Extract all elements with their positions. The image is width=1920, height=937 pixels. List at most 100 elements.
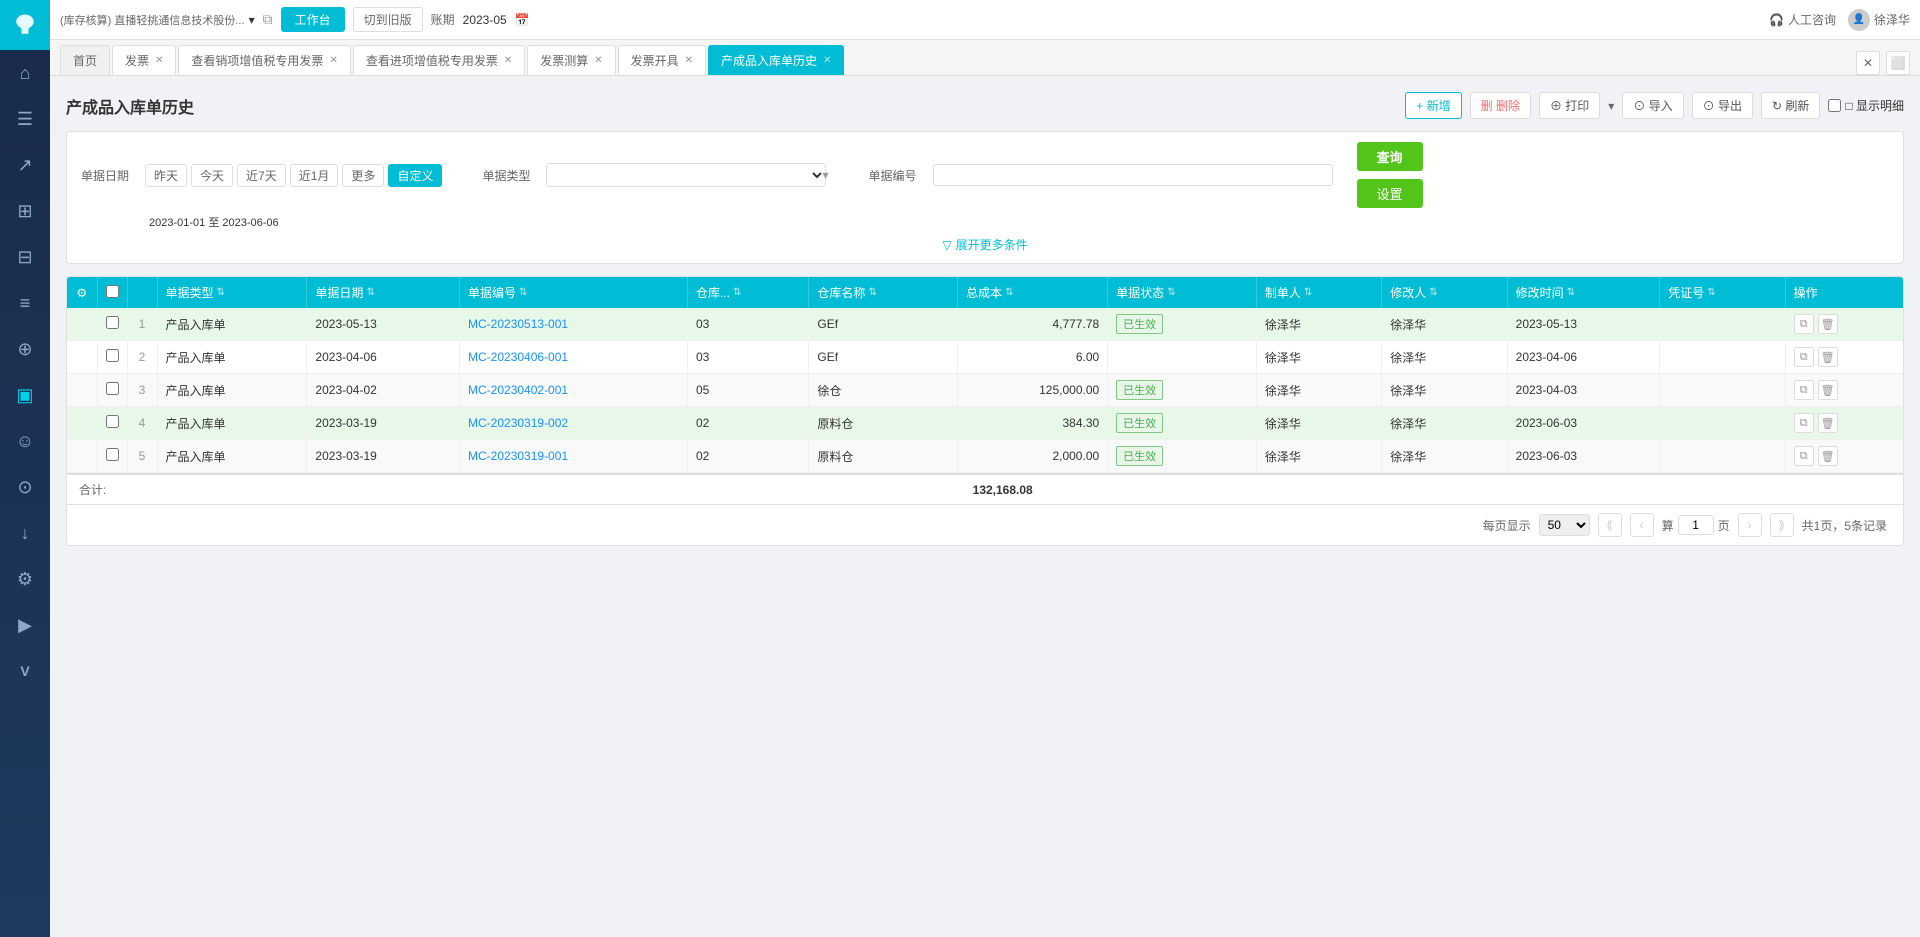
th-modify-time[interactable]: 修改时间⇅ bbox=[1507, 277, 1660, 308]
th-settings[interactable]: ⚙ bbox=[67, 277, 97, 308]
page-last-btn[interactable]: ⟫ bbox=[1770, 513, 1794, 537]
th-checkbox[interactable] bbox=[97, 277, 127, 308]
tab-purchase-vat-close[interactable]: ✕ bbox=[504, 55, 512, 66]
tab-sales-vat[interactable]: 查看销项增值税专用发票 ✕ bbox=[178, 45, 350, 75]
cell-code[interactable]: MC-20230319-001 bbox=[460, 440, 688, 473]
help-action[interactable]: 🎧 人工咨询 bbox=[1769, 11, 1836, 28]
tab-calc[interactable]: 发票测算 ✕ bbox=[527, 45, 615, 75]
num-filter-input[interactable] bbox=[933, 164, 1333, 186]
action-delete-btn[interactable]: 🗑 bbox=[1818, 446, 1838, 466]
settings-gear-icon[interactable]: ⚙ bbox=[76, 286, 87, 300]
tab-invoice-close[interactable]: ✕ bbox=[155, 55, 163, 66]
th-status[interactable]: 单据状态⇅ bbox=[1108, 277, 1257, 308]
row-checkbox[interactable] bbox=[106, 349, 119, 362]
action-delete-btn[interactable]: 🗑 bbox=[1818, 314, 1838, 334]
sidebar-item-doc[interactable]: ☰ bbox=[0, 96, 50, 142]
code-link[interactable]: MC-20230513-001 bbox=[468, 317, 568, 331]
sidebar-item-settings2[interactable]: ⊙ bbox=[0, 464, 50, 510]
cell-checkbox[interactable] bbox=[97, 440, 127, 473]
print-button[interactable]: ⊕ 打印 bbox=[1539, 92, 1600, 119]
tab-product-history-close[interactable]: ✕ bbox=[823, 55, 831, 66]
sidebar-item-download[interactable]: ↓ bbox=[0, 510, 50, 556]
new-button[interactable]: + 新增 bbox=[1405, 92, 1461, 119]
date-today-btn[interactable]: 今天 bbox=[191, 164, 233, 187]
date-more-btn[interactable]: 更多 bbox=[342, 164, 384, 187]
date-custom-btn[interactable]: 自定义 bbox=[388, 164, 442, 187]
switch-button[interactable]: 切到旧版 bbox=[353, 7, 423, 32]
sidebar-item-list[interactable]: ≡ bbox=[0, 280, 50, 326]
setting-button[interactable]: 设置 bbox=[1357, 179, 1423, 208]
sidebar-item-version[interactable]: V bbox=[0, 648, 50, 694]
cell-checkbox[interactable] bbox=[97, 308, 127, 341]
query-button[interactable]: 查询 bbox=[1357, 142, 1423, 171]
tab-home[interactable]: 首页 bbox=[60, 45, 110, 75]
code-link[interactable]: MC-20230406-001 bbox=[468, 350, 568, 364]
date-yesterday-btn[interactable]: 昨天 bbox=[145, 164, 187, 187]
sidebar-item-play[interactable]: ▶ bbox=[0, 602, 50, 648]
tab-calc-close[interactable]: ✕ bbox=[594, 55, 602, 66]
page-size-select[interactable]: 20 50 100 bbox=[1539, 514, 1590, 536]
workstation-button[interactable]: 工作台 bbox=[281, 7, 345, 32]
th-date[interactable]: 单据日期⇅ bbox=[307, 277, 460, 308]
cell-code[interactable]: MC-20230402-001 bbox=[460, 374, 688, 407]
cell-checkbox[interactable] bbox=[97, 374, 127, 407]
action-edit-btn[interactable]: ⧉ bbox=[1794, 446, 1814, 466]
th-modifier[interactable]: 修改人⇅ bbox=[1382, 277, 1507, 308]
page-prev-btn[interactable]: ‹ bbox=[1630, 513, 1654, 537]
show-detail-label[interactable]: □ 显示明细 bbox=[1828, 97, 1904, 114]
checkbox-all[interactable] bbox=[106, 285, 119, 298]
code-link[interactable]: MC-20230319-001 bbox=[468, 449, 568, 463]
th-voucher[interactable]: 凭证号⇅ bbox=[1660, 277, 1785, 308]
tab-product-history[interactable]: 产成品入库单历史 ✕ bbox=[708, 45, 844, 75]
page-next-btn[interactable]: › bbox=[1738, 513, 1762, 537]
code-link[interactable]: MC-20230319-002 bbox=[468, 416, 568, 430]
code-link[interactable]: MC-20230402-001 bbox=[468, 383, 568, 397]
date-1month-btn[interactable]: 近1月 bbox=[290, 164, 339, 187]
th-warehouse-code[interactable]: 仓库...⇅ bbox=[687, 277, 808, 308]
close-all-button[interactable]: ✕ bbox=[1856, 51, 1880, 75]
refresh-button[interactable]: ↻ 刷新 bbox=[1761, 92, 1820, 119]
tab-sales-vat-close[interactable]: ✕ bbox=[329, 55, 337, 66]
sidebar-item-analysis[interactable]: ⊞ bbox=[0, 188, 50, 234]
show-detail-checkbox[interactable] bbox=[1828, 99, 1841, 112]
sidebar-item-lock[interactable]: ⊟ bbox=[0, 234, 50, 280]
th-warehouse-name[interactable]: 仓库名称⇅ bbox=[809, 277, 958, 308]
import-button[interactable]: ⊙ 导入 bbox=[1622, 92, 1683, 119]
action-edit-btn[interactable]: ⧉ bbox=[1794, 380, 1814, 400]
calendar-icon[interactable]: 📅 bbox=[515, 13, 530, 27]
cell-checkbox[interactable] bbox=[97, 407, 127, 440]
sidebar-item-person[interactable]: ☺ bbox=[0, 418, 50, 464]
print-dropdown-icon[interactable]: ▾ bbox=[1608, 99, 1614, 113]
tab-open-close[interactable]: ✕ bbox=[685, 55, 693, 66]
row-checkbox[interactable] bbox=[106, 415, 119, 428]
action-delete-btn[interactable]: 🗑 bbox=[1818, 413, 1838, 433]
sidebar-item-gear[interactable]: ⚙ bbox=[0, 556, 50, 602]
th-creator[interactable]: 制单人⇅ bbox=[1256, 277, 1381, 308]
action-edit-btn[interactable]: ⧉ bbox=[1794, 314, 1814, 334]
user-info[interactable]: 👤 徐泽华 bbox=[1848, 9, 1910, 31]
row-checkbox[interactable] bbox=[106, 316, 119, 329]
action-edit-btn[interactable]: ⧉ bbox=[1794, 347, 1814, 367]
cell-code[interactable]: MC-20230513-001 bbox=[460, 308, 688, 341]
page-first-btn[interactable]: ⟪ bbox=[1598, 513, 1622, 537]
row-checkbox[interactable] bbox=[106, 382, 119, 395]
export-button[interactable]: ⊙ 导出 bbox=[1692, 92, 1753, 119]
sidebar-item-print[interactable]: ⊕ bbox=[0, 326, 50, 372]
maximize-button[interactable]: ⬜ bbox=[1886, 51, 1910, 75]
action-delete-btn[interactable]: 🗑 bbox=[1818, 380, 1838, 400]
type-filter-select[interactable] bbox=[546, 163, 826, 187]
action-delete-btn[interactable]: 🗑 bbox=[1818, 347, 1838, 367]
cell-code[interactable]: MC-20230406-001 bbox=[460, 341, 688, 374]
page-input[interactable] bbox=[1678, 515, 1714, 535]
expand-more-btn[interactable]: ▽ 展开更多条件 bbox=[81, 236, 1889, 253]
company-selector[interactable]: (库存核算) 直播轻挑通信息技术股份... ▾ bbox=[60, 12, 255, 28]
tab-purchase-vat[interactable]: 查看进项增值税专用发票 ✕ bbox=[353, 45, 525, 75]
sidebar-item-inventory[interactable]: ▣ bbox=[0, 372, 50, 418]
cell-checkbox[interactable] bbox=[97, 341, 127, 374]
delete-button[interactable]: 删 删除 bbox=[1470, 92, 1531, 119]
th-total-cost[interactable]: 总成本⇅ bbox=[958, 277, 1108, 308]
action-edit-btn[interactable]: ⧉ bbox=[1794, 413, 1814, 433]
date-7days-btn[interactable]: 近7天 bbox=[237, 164, 286, 187]
tab-invoice[interactable]: 发票 ✕ bbox=[112, 45, 176, 75]
tab-open[interactable]: 发票开具 ✕ bbox=[618, 45, 706, 75]
